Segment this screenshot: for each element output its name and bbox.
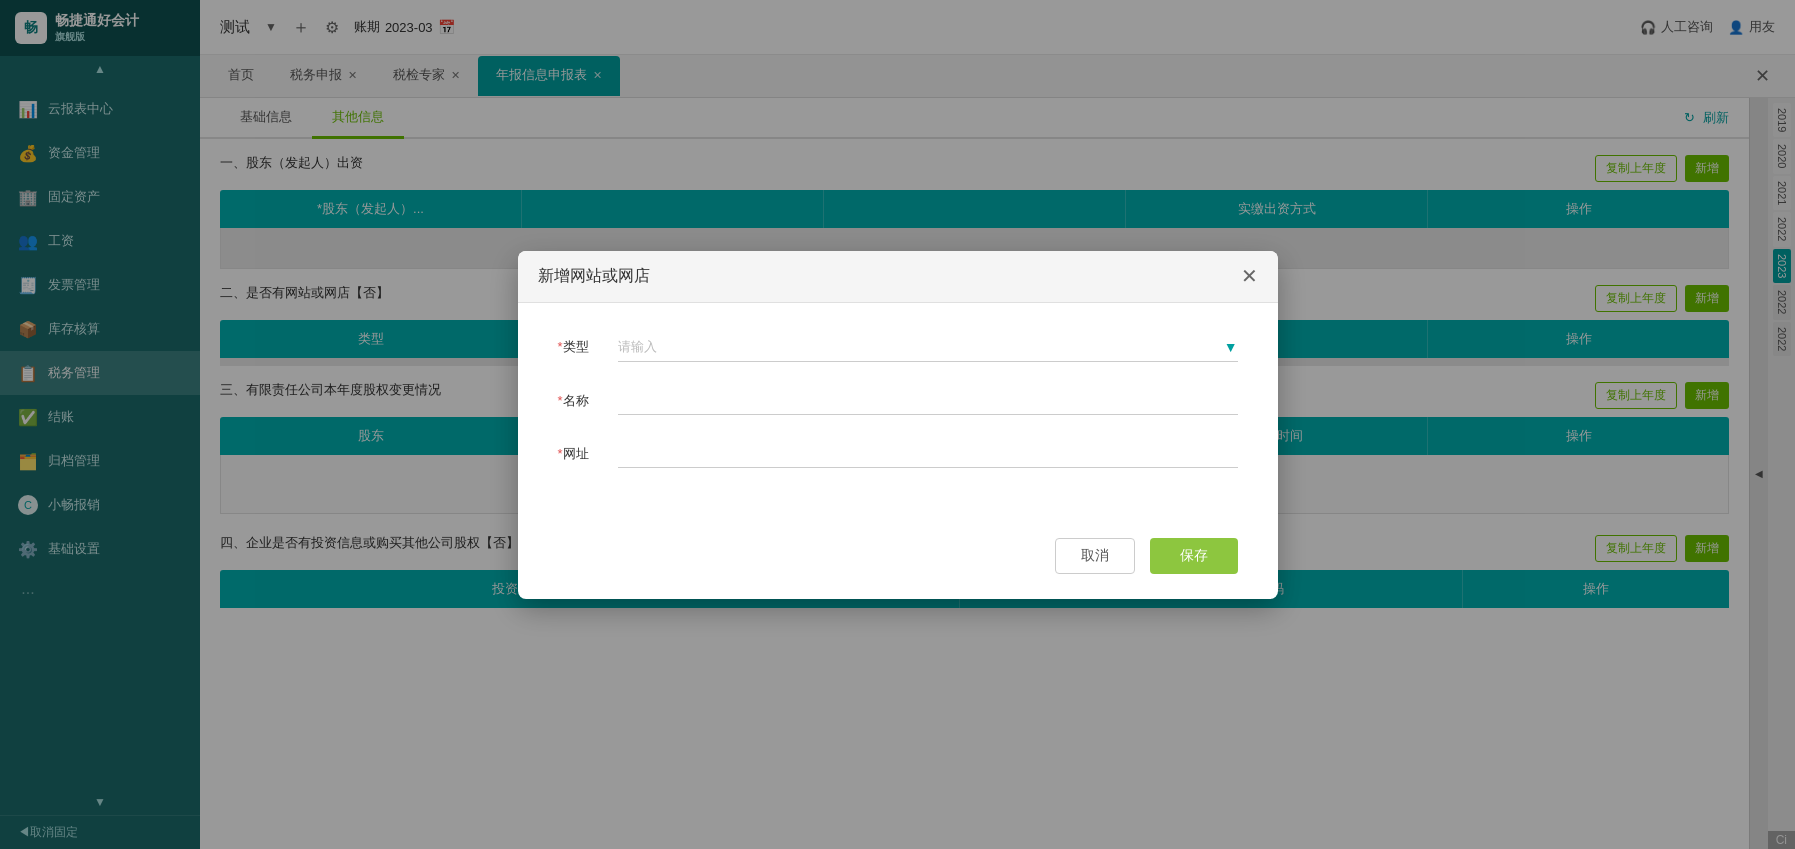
type-dropdown-icon[interactable]: ▼	[1224, 339, 1238, 355]
type-input[interactable]	[618, 339, 1224, 354]
dialog-title: 新增网站或网店	[538, 266, 650, 287]
dialog-header: 新增网站或网店 ✕	[518, 251, 1278, 303]
name-required-mark: *	[558, 393, 563, 408]
name-input[interactable]	[618, 387, 1238, 415]
dialog-overlay: 新增网站或网店 ✕ *类型 ▼ *名称 *网址	[0, 0, 1795, 849]
dialog-footer: 取消 保存	[518, 523, 1278, 599]
dialog-body: *类型 ▼ *名称 *网址	[518, 303, 1278, 523]
type-label: *类型	[558, 338, 608, 356]
dialog-close-button[interactable]: ✕	[1241, 266, 1258, 286]
url-label: *网址	[558, 445, 608, 463]
form-row-name: *名称	[558, 387, 1238, 415]
type-select-wrap: ▼	[618, 333, 1238, 362]
form-row-type: *类型 ▼	[558, 333, 1238, 362]
form-row-url: *网址	[558, 440, 1238, 468]
url-input[interactable]	[618, 440, 1238, 468]
url-required-mark: *	[558, 446, 563, 461]
name-label: *名称	[558, 392, 608, 410]
cancel-button[interactable]: 取消	[1055, 538, 1135, 574]
save-button[interactable]: 保存	[1150, 538, 1238, 574]
type-required-mark: *	[558, 339, 563, 354]
dialog-add-website: 新增网站或网店 ✕ *类型 ▼ *名称 *网址	[518, 251, 1278, 599]
